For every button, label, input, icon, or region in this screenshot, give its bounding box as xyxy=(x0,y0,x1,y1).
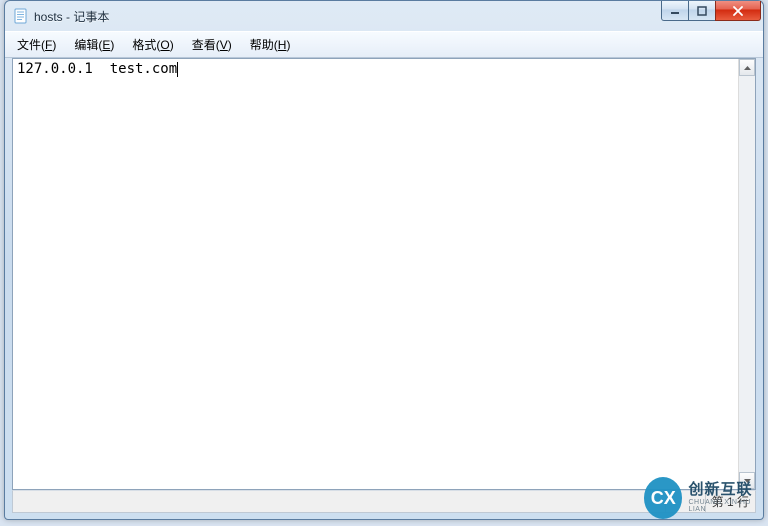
text-caret xyxy=(177,62,178,77)
chevron-down-icon xyxy=(744,479,751,483)
status-position: 第 1 行 xyxy=(705,491,755,512)
menu-help[interactable]: 帮助(H) xyxy=(242,34,299,55)
window-title: hosts - 记事本 xyxy=(34,8,662,25)
menu-file[interactable]: 文件(F) xyxy=(9,34,64,55)
scroll-down-button[interactable] xyxy=(739,472,755,489)
editor-text: 127.0.0.1 test.com xyxy=(17,61,177,77)
window-controls xyxy=(662,1,761,31)
statusbar: 第 1 行 xyxy=(12,490,756,513)
chevron-up-icon xyxy=(744,66,751,70)
notepad-window: hosts - 记事本 文件(F) 编辑(E) 格式(O) 查看(V) xyxy=(4,0,764,520)
app-icon xyxy=(13,8,29,24)
menubar: 文件(F) 编辑(E) 格式(O) 查看(V) 帮助(H) xyxy=(5,31,763,58)
scroll-up-button[interactable] xyxy=(739,59,755,76)
status-empty-cell xyxy=(665,491,705,512)
text-editor[interactable]: 127.0.0.1 test.com xyxy=(13,59,738,489)
scroll-track[interactable] xyxy=(739,76,755,472)
menu-edit[interactable]: 编辑(E) xyxy=(66,34,122,55)
menu-format[interactable]: 格式(O) xyxy=(124,34,181,55)
minimize-button[interactable] xyxy=(661,1,689,21)
close-button[interactable] xyxy=(715,1,761,21)
maximize-button[interactable] xyxy=(688,1,716,21)
minimize-icon xyxy=(670,6,680,16)
titlebar[interactable]: hosts - 记事本 xyxy=(5,1,763,31)
close-icon xyxy=(732,6,744,16)
vertical-scrollbar[interactable] xyxy=(738,59,755,489)
maximize-icon xyxy=(697,6,707,16)
menu-view[interactable]: 查看(V) xyxy=(184,34,240,55)
editor-area: 127.0.0.1 test.com xyxy=(12,58,756,490)
